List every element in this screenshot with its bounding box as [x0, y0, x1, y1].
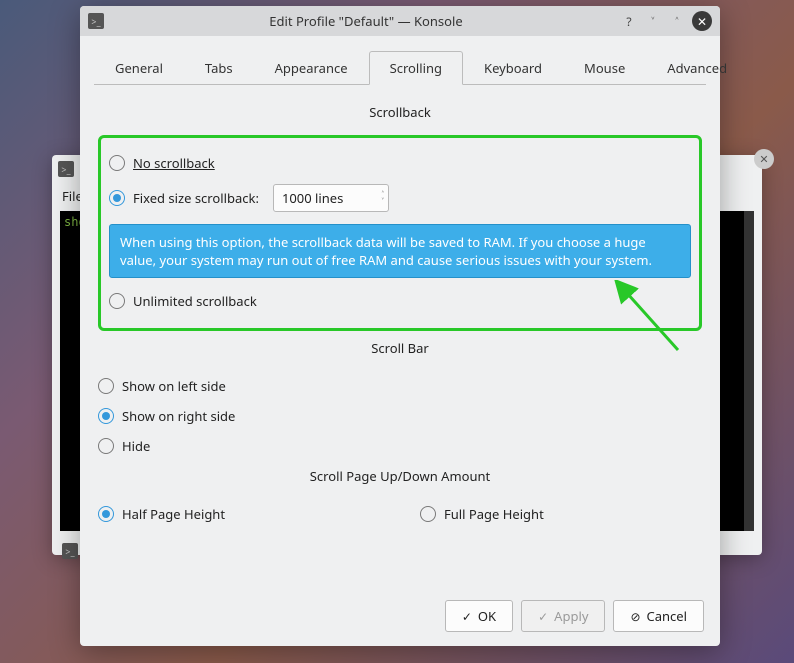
- maximize-icon[interactable]: ˄: [668, 12, 686, 30]
- info-panel: When using this option, the scrollback d…: [109, 224, 691, 278]
- tab-tabs[interactable]: Tabs: [184, 51, 254, 85]
- fixed-size-spinbox[interactable]: 1000 lines ˄ ˅: [273, 184, 389, 212]
- radio-half-page[interactable]: Half Page Height: [98, 499, 380, 529]
- dialog-titlebar: >_ Edit Profile "Default" — Konsole ? ˅ …: [80, 6, 720, 36]
- radio-label: No scrollback: [133, 154, 215, 172]
- tab-appearance[interactable]: Appearance: [254, 51, 369, 85]
- dialog-button-row: ✓ OK ✓ Apply ⊘ Cancel: [80, 588, 720, 646]
- terminal-icon: >_: [62, 543, 78, 559]
- section-scrollpage-title: Scroll Page Up/Down Amount: [98, 467, 702, 485]
- terminal-icon: >_: [58, 161, 74, 177]
- radio-icon: [109, 190, 125, 206]
- radio-show-left[interactable]: Show on left side: [98, 371, 702, 401]
- tab-scrolling[interactable]: Scrolling: [369, 51, 463, 85]
- radio-label: Fixed size scrollback:: [133, 189, 259, 207]
- radio-show-right[interactable]: Show on right side: [98, 401, 702, 431]
- radio-icon: [98, 506, 114, 522]
- button-label: Cancel: [647, 607, 687, 625]
- cancel-icon: ⊘: [630, 608, 640, 625]
- check-icon: ✓: [462, 608, 472, 625]
- spinbox-value: 1000 lines: [282, 189, 343, 207]
- check-icon: ✓: [538, 608, 548, 625]
- radio-hide[interactable]: Hide: [98, 431, 702, 461]
- ok-button[interactable]: ✓ OK: [445, 600, 513, 632]
- edit-profile-dialog: >_ Edit Profile "Default" — Konsole ? ˅ …: [80, 6, 720, 646]
- apply-button: ✓ Apply: [521, 600, 605, 632]
- scrollpage-options: Half Page Height Full Page Height: [98, 499, 702, 529]
- tab-keyboard[interactable]: Keyboard: [463, 51, 563, 85]
- terminal-scrollbar[interactable]: [744, 211, 754, 531]
- radio-icon: [109, 293, 125, 309]
- help-icon[interactable]: ?: [620, 12, 638, 30]
- spin-arrows-icon[interactable]: ˄ ˅: [382, 191, 384, 205]
- tab-advanced[interactable]: Advanced: [646, 51, 748, 85]
- radio-icon: [420, 506, 436, 522]
- radio-unlimited-scrollback[interactable]: Unlimited scrollback: [109, 286, 691, 316]
- dialog-title: Edit Profile "Default" — Konsole: [112, 12, 620, 30]
- close-icon[interactable]: ✕: [692, 11, 712, 31]
- radio-fixed-scrollback[interactable]: Fixed size scrollback: 1000 lines ˄ ˅: [109, 178, 691, 218]
- radio-icon: [109, 155, 125, 171]
- radio-full-page[interactable]: Full Page Height: [420, 499, 702, 529]
- chevron-down-icon[interactable]: ˅: [382, 198, 384, 205]
- radio-label: Half Page Height: [122, 505, 225, 523]
- button-label: OK: [478, 607, 496, 625]
- dialog-content: Scrollback No scrollback Fixed size scro…: [80, 85, 720, 588]
- minimize-icon[interactable]: ˅: [644, 12, 662, 30]
- cancel-button[interactable]: ⊘ Cancel: [613, 600, 704, 632]
- radio-label: Show on left side: [122, 377, 226, 395]
- tab-mouse[interactable]: Mouse: [563, 51, 646, 85]
- radio-icon: [98, 378, 114, 394]
- radio-no-scrollback[interactable]: No scrollback: [109, 148, 691, 178]
- annotation-highlight-box: No scrollback Fixed size scrollback: 100…: [98, 135, 702, 331]
- radio-label: Hide: [122, 437, 150, 455]
- section-scrollback-title: Scrollback: [98, 103, 702, 121]
- close-icon[interactable]: ✕: [754, 149, 774, 169]
- radio-icon: [98, 438, 114, 454]
- radio-icon: [98, 408, 114, 424]
- section-scrollbar-title: Scroll Bar: [98, 339, 702, 357]
- radio-label: Unlimited scrollback: [133, 292, 257, 310]
- titlebar-buttons: ? ˅ ˄ ✕: [620, 11, 712, 31]
- button-label: Apply: [554, 607, 588, 625]
- tablist: General Tabs Appearance Scrolling Keyboa…: [94, 50, 706, 85]
- radio-label: Show on right side: [122, 407, 235, 425]
- radio-label: Full Page Height: [444, 505, 544, 523]
- terminal-icon: >_: [88, 13, 104, 29]
- tab-general[interactable]: General: [94, 51, 184, 85]
